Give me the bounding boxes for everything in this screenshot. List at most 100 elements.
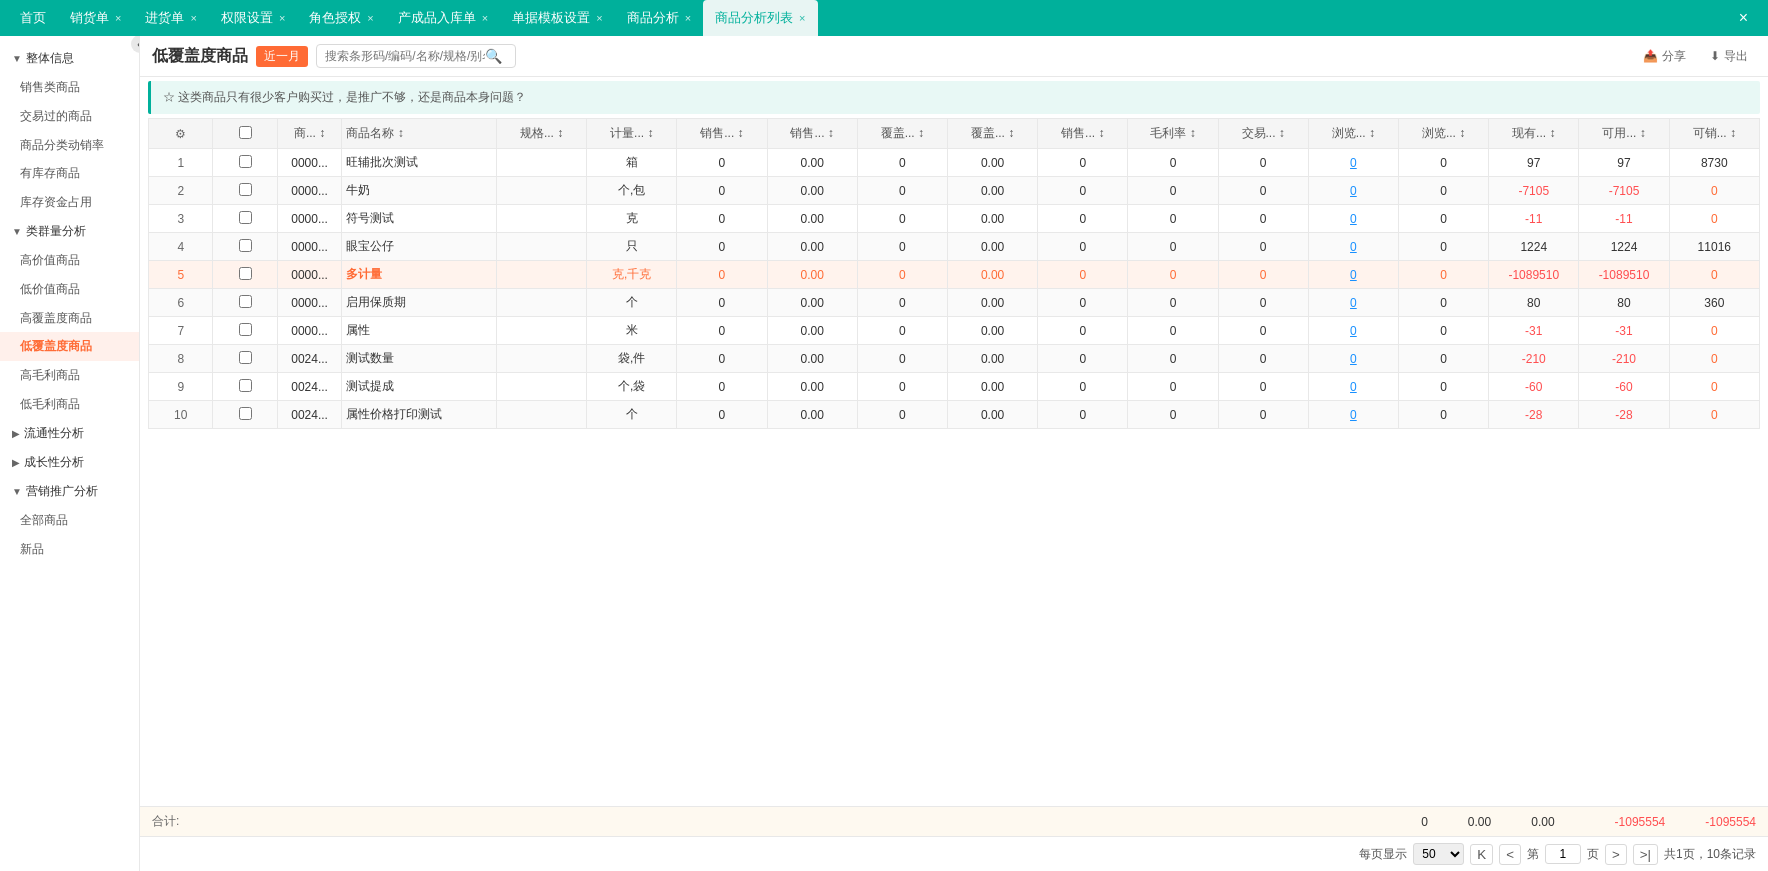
- row-browse1[interactable]: 0: [1308, 261, 1398, 289]
- select-all-checkbox[interactable]: [239, 126, 252, 139]
- column-stock1[interactable]: 现有... ↕: [1489, 119, 1579, 149]
- nav-close-all[interactable]: ×: [1727, 9, 1760, 27]
- page-prev-btn[interactable]: <: [1499, 844, 1521, 865]
- close-icon[interactable]: ×: [367, 12, 373, 24]
- search-input[interactable]: [325, 49, 485, 63]
- sidebar-section-growth[interactable]: ▶ 成长性分析: [0, 448, 139, 477]
- close-icon[interactable]: ×: [482, 12, 488, 24]
- close-icon[interactable]: ×: [799, 12, 805, 24]
- sidebar-item-high-margin[interactable]: 高毛利商品: [0, 361, 139, 390]
- column-sales2[interactable]: 销售... ↕: [767, 119, 857, 149]
- column-sales3[interactable]: 销售... ↕: [1038, 119, 1128, 149]
- close-icon[interactable]: ×: [685, 12, 691, 24]
- column-margin[interactable]: 毛利率 ↕: [1128, 119, 1218, 149]
- row-checkbox[interactable]: [239, 379, 252, 392]
- row-browse1[interactable]: 0: [1308, 149, 1398, 177]
- row-checkbox[interactable]: [239, 351, 252, 364]
- sidebar-section-cluster[interactable]: ▼ 类群量分析: [0, 217, 139, 246]
- nav-product-warehouse[interactable]: 产成品入库单 ×: [386, 0, 500, 36]
- row-browse1[interactable]: 0: [1308, 233, 1398, 261]
- sidebar-item-all-goods[interactable]: 全部商品: [0, 506, 139, 535]
- row-stock2: 1224: [1579, 233, 1669, 261]
- column-name[interactable]: 商品名称 ↕: [342, 119, 497, 149]
- column-cov1[interactable]: 覆盖... ↕: [857, 119, 947, 149]
- close-icon[interactable]: ×: [115, 12, 121, 24]
- row-browse1[interactable]: 0: [1308, 345, 1398, 373]
- nav-permissions[interactable]: 权限设置 ×: [209, 0, 297, 36]
- row-checkbox[interactable]: [239, 155, 252, 168]
- sidebar-item-stock-capital[interactable]: 库存资金占用: [0, 188, 139, 217]
- nav-product-analysis-list[interactable]: 商品分析列表 ×: [703, 0, 817, 36]
- row-sales3: 0: [1038, 345, 1128, 373]
- search-icon[interactable]: 🔍: [485, 48, 502, 64]
- row-checkbox[interactable]: [239, 407, 252, 420]
- column-stock2[interactable]: 可用... ↕: [1579, 119, 1669, 149]
- close-icon[interactable]: ×: [596, 12, 602, 24]
- column-spec[interactable]: 规格... ↕: [496, 119, 586, 149]
- sidebar-item-traded-goods[interactable]: 交易过的商品: [0, 102, 139, 131]
- row-sales2: 0.00: [767, 177, 857, 205]
- row-checkbox[interactable]: [239, 183, 252, 196]
- column-code[interactable]: 商... ↕: [277, 119, 341, 149]
- close-icon[interactable]: ×: [279, 12, 285, 24]
- nav-template-settings[interactable]: 单据模板设置 ×: [500, 0, 614, 36]
- column-browse1[interactable]: 浏览... ↕: [1308, 119, 1398, 149]
- row-browse1[interactable]: 0: [1308, 317, 1398, 345]
- column-settings[interactable]: ⚙: [149, 119, 213, 149]
- nav-roles[interactable]: 角色授权 ×: [297, 0, 385, 36]
- sidebar-item-high-coverage[interactable]: 高覆盖度商品: [0, 304, 139, 333]
- row-margin: 0: [1128, 261, 1218, 289]
- row-stock3: 0: [1669, 205, 1759, 233]
- sidebar-item-low-margin[interactable]: 低毛利商品: [0, 390, 139, 419]
- column-stock3[interactable]: 可销... ↕: [1669, 119, 1759, 149]
- sidebar-item-category-rate[interactable]: 商品分类动销率: [0, 131, 139, 160]
- row-checkbox[interactable]: [239, 323, 252, 336]
- nav-purchase-order[interactable]: 进货单 ×: [133, 0, 208, 36]
- row-stock2: -7105: [1579, 177, 1669, 205]
- sidebar-item-low-value[interactable]: 低价值商品: [0, 275, 139, 304]
- period-button[interactable]: 近一月: [256, 46, 308, 67]
- column-cov2[interactable]: 覆盖... ↕: [947, 119, 1037, 149]
- row-cov1: 0: [857, 373, 947, 401]
- nav-product-analysis[interactable]: 商品分析 ×: [615, 0, 703, 36]
- row-stock1: 1224: [1489, 233, 1579, 261]
- nav-home[interactable]: 首页: [8, 0, 58, 36]
- nav-sales-order[interactable]: 销货单 ×: [58, 0, 133, 36]
- page-first-btn[interactable]: K: [1470, 844, 1493, 865]
- row-browse1[interactable]: 0: [1308, 205, 1398, 233]
- close-icon[interactable]: ×: [190, 12, 196, 24]
- row-browse1[interactable]: 0: [1308, 177, 1398, 205]
- row-sales1: 0: [677, 205, 767, 233]
- sidebar-item-high-value[interactable]: 高价值商品: [0, 246, 139, 275]
- row-checkbox[interactable]: [239, 211, 252, 224]
- row-sales2: 0.00: [767, 261, 857, 289]
- row-checkbox[interactable]: [239, 295, 252, 308]
- sidebar-section-liquidity[interactable]: ▶ 流通性分析: [0, 419, 139, 448]
- row-checkbox[interactable]: [239, 239, 252, 252]
- page-size-select[interactable]: 50 20 100 200: [1413, 843, 1464, 865]
- page-last-btn[interactable]: >|: [1633, 844, 1658, 865]
- column-browse2[interactable]: 浏览... ↕: [1398, 119, 1488, 149]
- sidebar-item-new-goods[interactable]: 新品: [0, 535, 139, 564]
- row-number: 10: [149, 401, 213, 429]
- row-browse1[interactable]: 0: [1308, 401, 1398, 429]
- column-trade[interactable]: 交易... ↕: [1218, 119, 1308, 149]
- row-code: 0000...: [277, 289, 341, 317]
- row-browse1[interactable]: 0: [1308, 289, 1398, 317]
- sidebar-section-overall[interactable]: ▼ 整体信息: [0, 44, 139, 73]
- row-sales3: 0: [1038, 149, 1128, 177]
- export-button[interactable]: ⬇ 导出: [1702, 45, 1756, 68]
- sidebar-section-marketing[interactable]: ▼ 营销推广分析: [0, 477, 139, 506]
- share-button[interactable]: 📤 分享: [1635, 45, 1694, 68]
- column-unit[interactable]: 计量... ↕: [587, 119, 677, 149]
- page-next-btn[interactable]: >: [1605, 844, 1627, 865]
- row-checkbox[interactable]: [239, 267, 252, 280]
- row-margin: 0: [1128, 345, 1218, 373]
- sidebar-item-sales-goods[interactable]: 销售类商品: [0, 73, 139, 102]
- sidebar-item-stocked-goods[interactable]: 有库存商品: [0, 159, 139, 188]
- row-trade: 0: [1218, 177, 1308, 205]
- sidebar-item-low-coverage[interactable]: 低覆盖度商品: [0, 332, 139, 361]
- column-sales1[interactable]: 销售... ↕: [677, 119, 767, 149]
- page-number-input[interactable]: [1545, 844, 1581, 864]
- row-browse1[interactable]: 0: [1308, 373, 1398, 401]
